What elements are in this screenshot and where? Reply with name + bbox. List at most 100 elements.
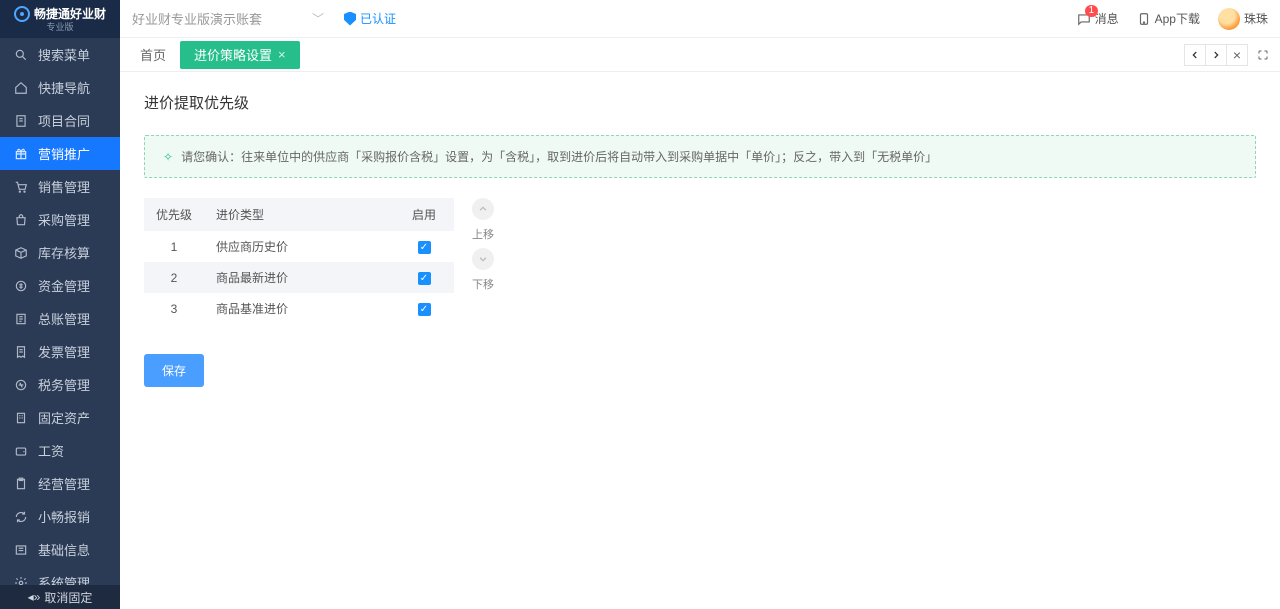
move-down-button[interactable] — [472, 248, 494, 270]
tab-bar: 首页 进价策略设置 × × — [120, 38, 1280, 72]
move-up-button[interactable] — [472, 198, 494, 220]
gift-icon — [14, 147, 28, 161]
brand-bar: 畅捷通好业财 专业版 — [0, 0, 120, 38]
building-icon — [14, 411, 28, 425]
coin-icon — [14, 279, 28, 293]
brand-edition: 专业版 — [46, 20, 73, 33]
book-icon — [14, 312, 28, 326]
sidebar-label: 快捷导航 — [38, 78, 90, 97]
sidebar-item-expense[interactable]: 小畅报销 — [0, 500, 120, 533]
expand-icon — [1257, 49, 1269, 61]
sidebar-pin-toggle[interactable]: ◂» 取消固定 — [0, 585, 120, 609]
sidebar: 搜索菜单 快捷导航 项目合同 营销推广 销售管理 采购管理 库存核算 资金管理 … — [0, 38, 120, 609]
sidebar-item-ledger[interactable]: 总账管理 — [0, 302, 120, 335]
sidebar-label: 采购管理 — [38, 210, 90, 229]
sidebar-label: 基础信息 — [38, 540, 90, 559]
message-label: 消息 — [1095, 10, 1119, 27]
table-row[interactable]: 1 供应商历史价 ✓ — [144, 231, 454, 262]
chevron-up-icon — [478, 204, 488, 214]
sidebar-item-basic[interactable]: 基础信息 — [0, 533, 120, 566]
table-header-row: 优先级 进价类型 启用 — [144, 198, 454, 231]
tab-next-button[interactable] — [1205, 44, 1227, 66]
wallet-icon — [14, 444, 28, 458]
sidebar-item-funds[interactable]: 资金管理 — [0, 269, 120, 302]
tab-prev-button[interactable] — [1184, 44, 1206, 66]
sidebar-label: 小畅报销 — [38, 507, 90, 526]
shield-icon — [344, 12, 356, 26]
info-banner: ✧ 请您确认：往来单位中的供应商「采购报价含税」设置，为「含税」，取到进价后将自… — [144, 135, 1256, 178]
search-icon — [14, 48, 28, 62]
cell-type: 商品基准进价 — [204, 293, 394, 324]
company-selector[interactable]: 好业财专业版演示账套 — [132, 9, 312, 28]
tab-home-label: 首页 — [140, 45, 166, 64]
chevron-left-icon — [1190, 50, 1200, 60]
company-name: 好业财专业版演示账套 — [132, 9, 262, 28]
fullscreen-button[interactable] — [1252, 44, 1274, 66]
sidebar-label: 总账管理 — [38, 309, 90, 328]
cell-priority: 3 — [144, 293, 204, 324]
cell-type: 商品最新进价 — [204, 262, 394, 293]
sidebar-item-operation[interactable]: 经营管理 — [0, 467, 120, 500]
sidebar-item-marketing[interactable]: 营销推广 — [0, 137, 120, 170]
list-icon — [14, 543, 28, 557]
sidebar-footer-label: 取消固定 — [44, 589, 92, 606]
move-down-label: 下移 — [472, 276, 494, 292]
tab-home[interactable]: 首页 — [126, 38, 180, 72]
sidebar-label: 发票管理 — [38, 342, 90, 361]
speaker-icon: ◂» — [28, 590, 41, 604]
sidebar-label: 税务管理 — [38, 375, 90, 394]
avatar-icon — [1218, 8, 1240, 30]
tab-price-strategy[interactable]: 进价策略设置 × — [180, 41, 300, 69]
move-controls: 上移 下移 — [472, 198, 494, 292]
cell-type: 供应商历史价 — [204, 231, 394, 262]
app-download-button[interactable]: App下载 — [1137, 10, 1200, 27]
receipt-icon — [14, 345, 28, 359]
table-row[interactable]: 2 商品最新进价 ✓ — [144, 262, 454, 293]
sidebar-label: 经营管理 — [38, 474, 90, 493]
sidebar-label: 搜索菜单 — [38, 45, 90, 64]
sidebar-label: 营销推广 — [38, 144, 90, 163]
sidebar-label: 项目合同 — [38, 111, 90, 130]
cell-priority: 2 — [144, 262, 204, 293]
col-priority: 优先级 — [144, 198, 204, 231]
checkbox-enabled[interactable]: ✓ — [418, 241, 431, 254]
brand-logo-icon — [14, 6, 30, 22]
clipboard-icon — [14, 477, 28, 491]
col-type: 进价类型 — [204, 198, 394, 231]
sidebar-item-shortcut[interactable]: 快捷导航 — [0, 71, 120, 104]
sidebar-label: 资金管理 — [38, 276, 90, 295]
save-button[interactable]: 保存 — [144, 354, 204, 387]
home-icon — [14, 81, 28, 95]
download-label: App下载 — [1155, 10, 1200, 27]
verified-label: 已认证 — [360, 10, 396, 27]
sidebar-item-assets[interactable]: 固定资产 — [0, 401, 120, 434]
chevron-down-icon[interactable]: ﹀ — [312, 10, 324, 27]
download-icon — [1137, 12, 1151, 26]
close-icon[interactable]: × — [278, 47, 286, 62]
sidebar-item-search[interactable]: 搜索菜单 — [0, 38, 120, 71]
tab-active-label: 进价策略设置 — [194, 45, 272, 64]
bag-icon — [14, 213, 28, 227]
cart-icon — [14, 180, 28, 194]
user-menu[interactable]: 珠珠 — [1218, 8, 1268, 30]
content-area: 进价提取优先级 ✧ 请您确认：往来单位中的供应商「采购报价含税」设置，为「含税」… — [120, 72, 1280, 609]
message-button[interactable]: 消息 1 — [1077, 10, 1119, 27]
checkbox-enabled[interactable]: ✓ — [418, 303, 431, 316]
sidebar-item-inventory[interactable]: 库存核算 — [0, 236, 120, 269]
tab-close-all-button[interactable]: × — [1226, 44, 1248, 66]
checkbox-enabled[interactable]: ✓ — [418, 272, 431, 285]
chevron-right-icon — [1211, 50, 1221, 60]
verified-badge[interactable]: 已认证 — [344, 10, 396, 27]
sidebar-item-sales[interactable]: 销售管理 — [0, 170, 120, 203]
table-row[interactable]: 3 商品基准进价 ✓ — [144, 293, 454, 324]
user-name: 珠珠 — [1244, 10, 1268, 27]
info-text: 请您确认：往来单位中的供应商「采购报价含税」设置，为「含税」，取到进价后将自动带… — [181, 148, 937, 165]
chevron-down-icon — [478, 254, 488, 264]
sidebar-item-invoice[interactable]: 发票管理 — [0, 335, 120, 368]
tax-icon — [14, 378, 28, 392]
sidebar-item-purchase[interactable]: 采购管理 — [0, 203, 120, 236]
sidebar-item-tax[interactable]: 税务管理 — [0, 368, 120, 401]
sidebar-item-salary[interactable]: 工资 — [0, 434, 120, 467]
sidebar-item-project[interactable]: 项目合同 — [0, 104, 120, 137]
col-enable: 启用 — [394, 198, 454, 231]
